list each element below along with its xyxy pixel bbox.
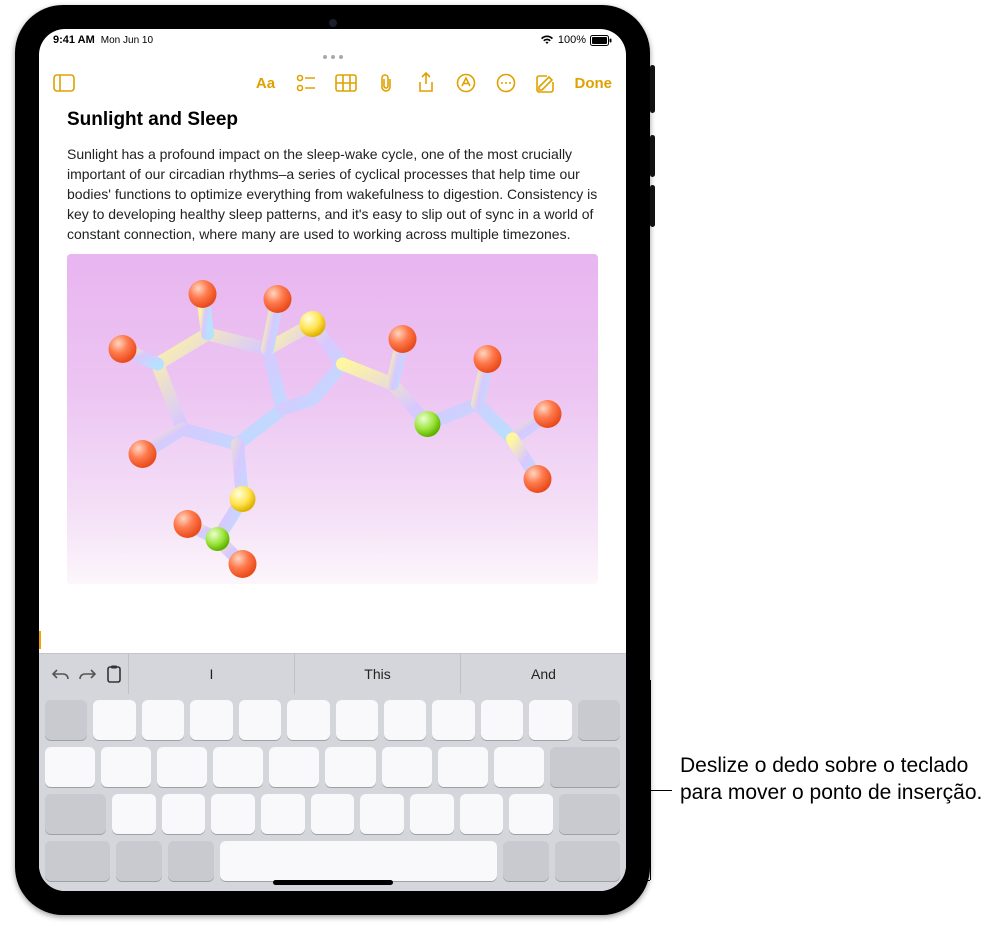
sidebar-toggle-button[interactable]	[49, 68, 79, 98]
keyboard-key-blank[interactable]	[529, 700, 571, 740]
keyboard-key-blank[interactable]	[311, 794, 355, 834]
note-image[interactable]	[67, 254, 598, 584]
compose-button[interactable]	[531, 68, 561, 98]
front-camera	[329, 19, 337, 27]
keyboard-key-blank[interactable]	[559, 794, 620, 834]
keyboard-key-blank[interactable]	[360, 794, 404, 834]
keyboard-key-blank[interactable]	[384, 700, 426, 740]
screen: 9:41 AM Mon Jun 10 100%	[39, 29, 626, 891]
keyboard-suggestion-bar: I This And	[39, 654, 626, 694]
keyboard-key-blank[interactable]	[190, 700, 232, 740]
table-button[interactable]	[331, 68, 361, 98]
more-button[interactable]	[491, 68, 521, 98]
keyboard-key-blank[interactable]	[325, 747, 375, 787]
status-date: Mon Jun 10	[101, 35, 153, 46]
keyboard-key-blank[interactable]	[503, 841, 549, 881]
callout-bracket	[650, 680, 651, 880]
note-title[interactable]: Sunlight and Sleep	[67, 109, 598, 131]
keyboard-key-blank[interactable]	[239, 700, 281, 740]
redo-button[interactable]	[79, 667, 97, 681]
keyboard-key-blank[interactable]	[112, 794, 156, 834]
keyboard-key-blank[interactable]	[555, 841, 620, 881]
keyboard-key-blank[interactable]	[410, 794, 454, 834]
text-cursor	[39, 631, 41, 649]
keyboard-key-blank[interactable]	[494, 747, 544, 787]
keyboard-key-blank[interactable]	[101, 747, 151, 787]
undo-button[interactable]	[51, 667, 69, 681]
battery-icon	[590, 35, 612, 46]
status-bar: 9:41 AM Mon Jun 10 100%	[39, 29, 626, 51]
keyboard-key-blank[interactable]	[382, 747, 432, 787]
keyboard-key-blank[interactable]	[157, 747, 207, 787]
callout-text: Deslize o dedo sobre o teclado para move…	[680, 752, 987, 807]
keyboard-key-blank[interactable]	[168, 841, 214, 881]
status-time: 9:41 AM	[53, 34, 95, 46]
keyboard-key-blank[interactable]	[432, 700, 474, 740]
keyboard-key-blank[interactable]	[142, 700, 184, 740]
callout-leader-line	[650, 790, 672, 791]
keyboard-key-blank[interactable]	[509, 794, 553, 834]
keyboard-key-blank[interactable]	[550, 747, 620, 787]
volume-up-button	[650, 135, 655, 177]
keyboard-key-blank[interactable]	[287, 700, 329, 740]
keyboard-key-blank[interactable]	[211, 794, 255, 834]
home-indicator[interactable]	[273, 880, 393, 885]
keyboard-key-blank[interactable]	[460, 794, 504, 834]
keyboard-suggestion[interactable]: This	[295, 654, 461, 694]
keyboard-keys[interactable]	[39, 694, 626, 891]
multitask-dots-icon[interactable]	[39, 51, 626, 63]
done-button[interactable]: Done	[571, 75, 617, 92]
keyboard-key-blank[interactable]	[45, 794, 106, 834]
checklist-button[interactable]	[291, 68, 321, 98]
keyboard-key-blank[interactable]	[45, 700, 87, 740]
keyboard-key-blank[interactable]	[336, 700, 378, 740]
keyboard-suggestion[interactable]: I	[129, 654, 295, 694]
keyboard-suggestion[interactable]: And	[461, 654, 626, 694]
volume-down-button	[650, 185, 655, 227]
power-button	[650, 65, 655, 113]
keyboard-key-blank[interactable]	[261, 794, 305, 834]
keyboard-key-blank[interactable]	[45, 841, 110, 881]
callout-bracket-tick	[642, 880, 650, 881]
callout-bracket-tick	[642, 680, 650, 681]
clipboard-button[interactable]	[107, 665, 121, 683]
ipad-device-frame: 9:41 AM Mon Jun 10 100%	[15, 5, 650, 915]
note-body[interactable]: Sunlight and Sleep Sunlight has a profou…	[39, 103, 626, 653]
keyboard-key-blank[interactable]	[116, 841, 162, 881]
battery-percent-label: 100%	[558, 34, 586, 46]
keyboard-key-blank[interactable]	[438, 747, 488, 787]
keyboard-key-blank[interactable]	[45, 747, 95, 787]
keyboard-key-blank[interactable]	[269, 747, 319, 787]
keyboard-key-blank[interactable]	[481, 700, 523, 740]
share-button[interactable]	[411, 68, 441, 98]
notes-toolbar: Aa	[39, 63, 626, 103]
keyboard-key-blank[interactable]	[162, 794, 206, 834]
keyboard-key-blank[interactable]	[93, 700, 135, 740]
keyboard-space-key[interactable]	[220, 841, 497, 881]
keyboard-key-blank[interactable]	[213, 747, 263, 787]
note-paragraph[interactable]: Sunlight has a profound impact on the sl…	[67, 145, 598, 244]
attachment-button[interactable]	[371, 68, 401, 98]
keyboard-key-blank[interactable]	[578, 700, 620, 740]
wifi-icon	[540, 35, 554, 45]
format-text-button[interactable]: Aa	[251, 68, 281, 98]
keyboard-trackpad-mode[interactable]: I This And	[39, 653, 626, 891]
markup-button[interactable]	[451, 68, 481, 98]
